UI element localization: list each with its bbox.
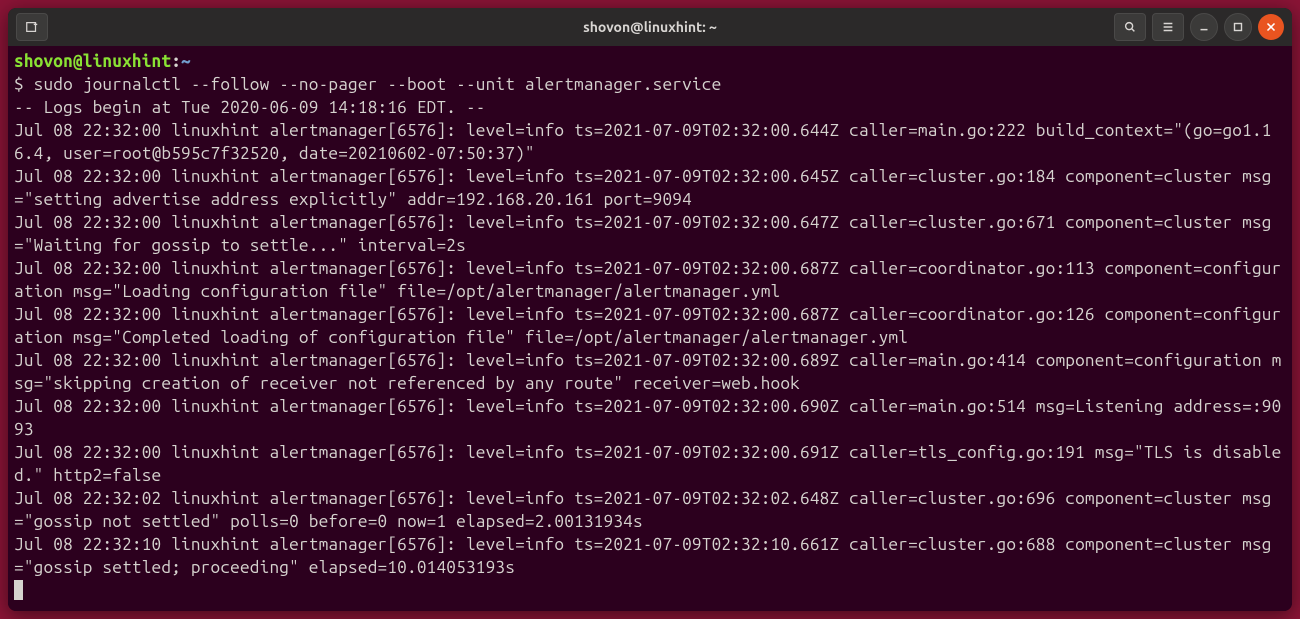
prompt-user: shovon xyxy=(14,52,73,71)
log-output: -- Logs begin at Tue 2020-06-09 14:18:16… xyxy=(14,98,1281,577)
new-tab-button[interactable] xyxy=(16,13,48,41)
terminal-body[interactable]: shovon@linuxhint:~ $ sudo journalctl --f… xyxy=(8,46,1292,611)
titlebar: shovon@linuxhint: ~ xyxy=(8,8,1292,46)
new-tab-icon xyxy=(25,20,39,34)
search-icon xyxy=(1123,20,1137,34)
prompt-colon: : xyxy=(171,52,181,71)
prompt-symbol: $ xyxy=(14,75,34,94)
prompt-host: linuxhint xyxy=(83,52,171,71)
terminal-cursor xyxy=(14,580,23,600)
prompt-at: @ xyxy=(73,52,83,71)
maximize-button[interactable] xyxy=(1224,13,1252,41)
close-icon xyxy=(1264,20,1278,34)
prompt-path: ~ xyxy=(181,52,191,71)
menu-button[interactable] xyxy=(1152,13,1184,41)
command-text: sudo journalctl --follow --no-pager --bo… xyxy=(34,75,722,94)
terminal-window: shovon@linuxhint: ~ xyxy=(8,8,1292,611)
minimize-button[interactable] xyxy=(1190,13,1218,41)
minimize-icon xyxy=(1197,20,1211,34)
close-button[interactable] xyxy=(1258,14,1284,40)
hamburger-icon xyxy=(1161,20,1175,34)
maximize-icon xyxy=(1231,20,1245,34)
search-button[interactable] xyxy=(1114,13,1146,41)
window-title: shovon@linuxhint: ~ xyxy=(8,19,1292,35)
